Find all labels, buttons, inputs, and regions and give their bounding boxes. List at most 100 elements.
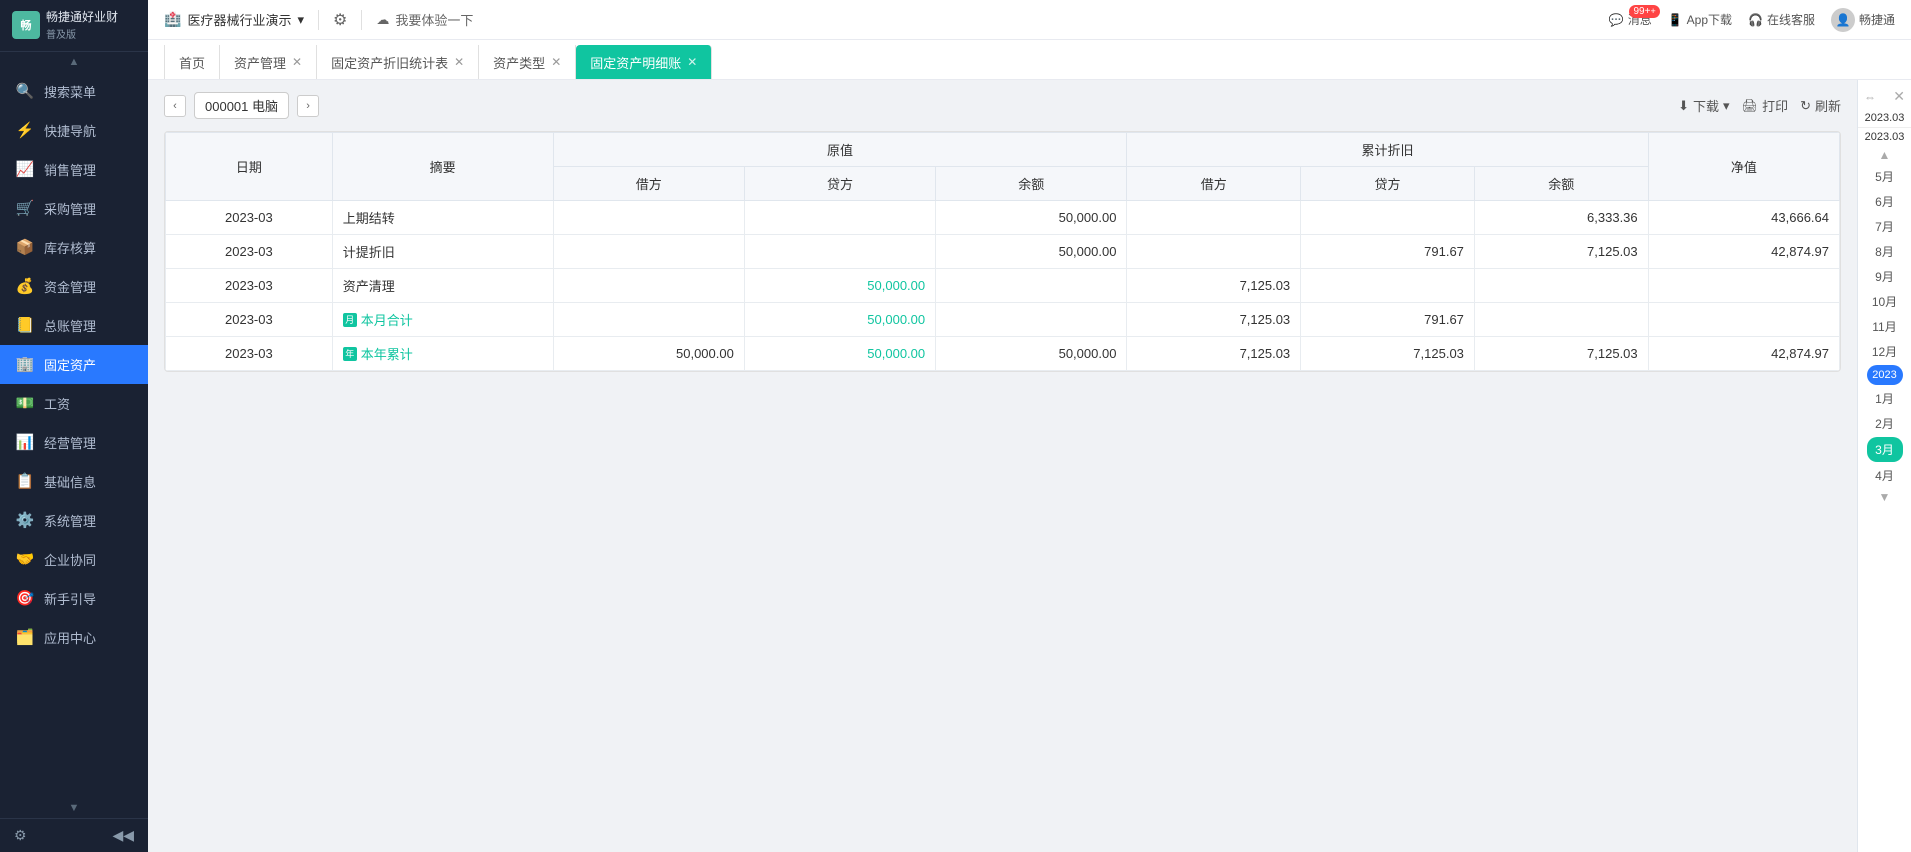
cell-dep-balance: 7,125.03 [1474,235,1648,269]
experience-btn[interactable]: ☁ 我要体验一下 [376,10,473,29]
sidebar-item-basic-info[interactable]: 📋基础信息 [0,462,148,501]
sidebar: 畅 畅捷通好业财 普及版 ▲ 🔍搜索菜单⚡快捷导航📈销售管理🛒采购管理📦库存核算… [0,0,148,852]
tab-asset-management[interactable]: 资产管理✕ [220,45,317,79]
sidebar-item-label: 新手引导 [44,589,96,608]
sidebar-item-enterprise[interactable]: 🤝企业协同 [0,540,148,579]
online-service-btn[interactable]: 🎧 在线客服 [1748,11,1815,28]
timeline-month-11月[interactable]: 11月 [1867,314,1903,339]
refresh-btn[interactable]: ↻ 刷新 [1800,96,1841,115]
dep-credit-header: 贷方 [1301,167,1475,201]
sidebar-item-system[interactable]: ⚙️系统管理 [0,501,148,540]
cell-orig-debit [553,303,744,337]
timeline-month-12月[interactable]: 12月 [1867,339,1903,364]
cell-net-value: 42,874.97 [1648,337,1839,371]
sidebar-item-guide[interactable]: 🎯 新手引导 [0,579,148,618]
sidebar-item-finance[interactable]: 💰资金管理 [0,267,148,306]
tab-close-asset-management[interactable]: ✕ [292,55,302,69]
sidebar-item-ledger[interactable]: 📒总账管理 [0,306,148,345]
timeline-expand-icon[interactable]: ⇔ [1864,90,1876,104]
sidebar-scroll-down[interactable]: ▼ [0,798,148,818]
message-icon: 💬 [1609,13,1624,27]
tab-close-asset-detail[interactable]: ✕ [687,55,697,69]
app-download-btn[interactable]: 📱 App下载 [1668,11,1732,28]
settings-icon[interactable]: ⚙ [14,827,27,844]
cell-summary: 月本月合计 [332,303,553,337]
sidebar-scroll-up[interactable]: ▲ [0,52,148,72]
download-chevron: ▾ [1723,98,1730,114]
timeline-month-7月[interactable]: 7月 [1867,214,1903,239]
tab-close-asset-type[interactable]: ✕ [551,55,561,69]
cell-orig-balance: 50,000.00 [936,235,1127,269]
timeline-month-2023[interactable]: 2023 [1867,365,1903,385]
tab-home[interactable]: 首页 [164,45,220,79]
asset-next-btn[interactable]: › [297,95,319,117]
quick-nav-icon: ⚡ [16,121,34,139]
sidebar-bottom: ⚙ ◀◀ [0,818,148,852]
timeline-up-arrow[interactable]: ▲ [1879,148,1891,162]
timeline-month-4月[interactable]: 4月 [1867,463,1903,488]
cell-dep-debit: 7,125.03 [1127,269,1301,303]
topbar-right: 💬 消息 99++ 📱 App下载 🎧 在线客服 👤 畅捷通 [1609,8,1895,32]
timeline-month-9月[interactable]: 9月 [1867,264,1903,289]
user-name: 畅捷通 [1859,11,1895,28]
timeline-month-5月[interactable]: 5月 [1867,164,1903,189]
timeline-down-arrow[interactable]: ▼ [1879,490,1891,504]
fixed-assets-icon: 🏢 [16,355,34,373]
guide-icon: 🎯 [16,589,34,607]
user-avatar: 👤 [1831,8,1855,32]
sidebar-item-purchase[interactable]: 🛒采购管理 [0,189,148,228]
experience-icon: ☁ [376,12,389,28]
online-service-icon: 🎧 [1748,13,1763,27]
company-dropdown-icon: ▾ [297,12,304,28]
timeline-month-3月[interactable]: 3月 [1867,437,1903,462]
asset-name: 电脑 [252,99,278,114]
sidebar-item-label: 销售管理 [44,160,96,179]
cell-orig-balance: 50,000.00 [936,201,1127,235]
tab-asset-type[interactable]: 资产类型✕ [479,45,576,79]
sidebar-item-sales[interactable]: 📈销售管理 [0,150,148,189]
cell-net-value [1648,303,1839,337]
topbar-divider2 [361,10,362,30]
table-row: 2023-03 月本月合计 50,000.00 7,125.03 791.67 [166,303,1840,337]
cell-date: 2023-03 [166,269,333,303]
timeline-month-10月[interactable]: 10月 [1867,289,1903,314]
sidebar-item-label: 资金管理 [44,277,96,296]
sidebar-item-inventory[interactable]: 📦库存核算 [0,228,148,267]
timeline-month-6月[interactable]: 6月 [1867,189,1903,214]
search-icon: 🔍 [16,82,34,100]
timeline-month-8月[interactable]: 8月 [1867,239,1903,264]
sidebar-item-operations[interactable]: 📊经营管理 [0,423,148,462]
basic-info-icon: 📋 [16,472,34,490]
main-content: ‹ 000001 电脑 › ⬇ 下载 ▾ 🖨 打印 [148,80,1857,852]
cell-orig-debit [553,201,744,235]
timeline-months: 5月6月7月8月9月10月11月12月20231月2月3月4月 [1867,164,1903,488]
tab-asset-detail[interactable]: 固定资产明细账✕ [576,45,712,79]
sidebar-item-quick-nav[interactable]: ⚡快捷导航 [0,111,148,150]
user-btn[interactable]: 👤 畅捷通 [1831,8,1895,32]
collapse-icon[interactable]: ◀◀ [112,827,134,844]
orig-balance-header: 余额 [936,167,1127,201]
asset-tag: 000001 电脑 [194,92,289,119]
cell-dep-balance [1474,303,1648,337]
print-btn[interactable]: 🖨 打印 [1742,96,1789,115]
sidebar-item-search[interactable]: 🔍搜索菜单 [0,72,148,111]
sidebar-item-payroll[interactable]: 💵工资 [0,384,148,423]
refresh-icon: ↻ [1800,98,1811,114]
sidebar-item-label: 企业协同 [44,550,96,569]
company-selector[interactable]: 🏥 医疗器械行业演示 ▾ [164,10,304,29]
message-btn[interactable]: 💬 消息 99++ [1609,11,1652,28]
cell-net-value: 42,874.97 [1648,235,1839,269]
cell-summary: 计提折旧 [332,235,553,269]
timeline-close-icon[interactable]: ✕ [1893,88,1905,105]
tab-close-depreciation-stats[interactable]: ✕ [454,55,464,69]
timeline-month-1月[interactable]: 1月 [1867,386,1903,411]
download-btn[interactable]: ⬇ 下载 ▾ [1678,96,1729,115]
topbar-settings-icon[interactable]: ⚙ [333,10,347,30]
cell-date: 2023-03 [166,337,333,371]
tab-depreciation-stats[interactable]: 固定资产折旧统计表✕ [317,45,479,79]
asset-prev-btn[interactable]: ‹ [164,95,186,117]
sidebar-item-fixed-assets[interactable]: 🏢固定资产 [0,345,148,384]
cell-dep-debit [1127,201,1301,235]
timeline-month-2月[interactable]: 2月 [1867,411,1903,436]
sidebar-item-app-center[interactable]: 🗂️应用中心 [0,618,148,657]
